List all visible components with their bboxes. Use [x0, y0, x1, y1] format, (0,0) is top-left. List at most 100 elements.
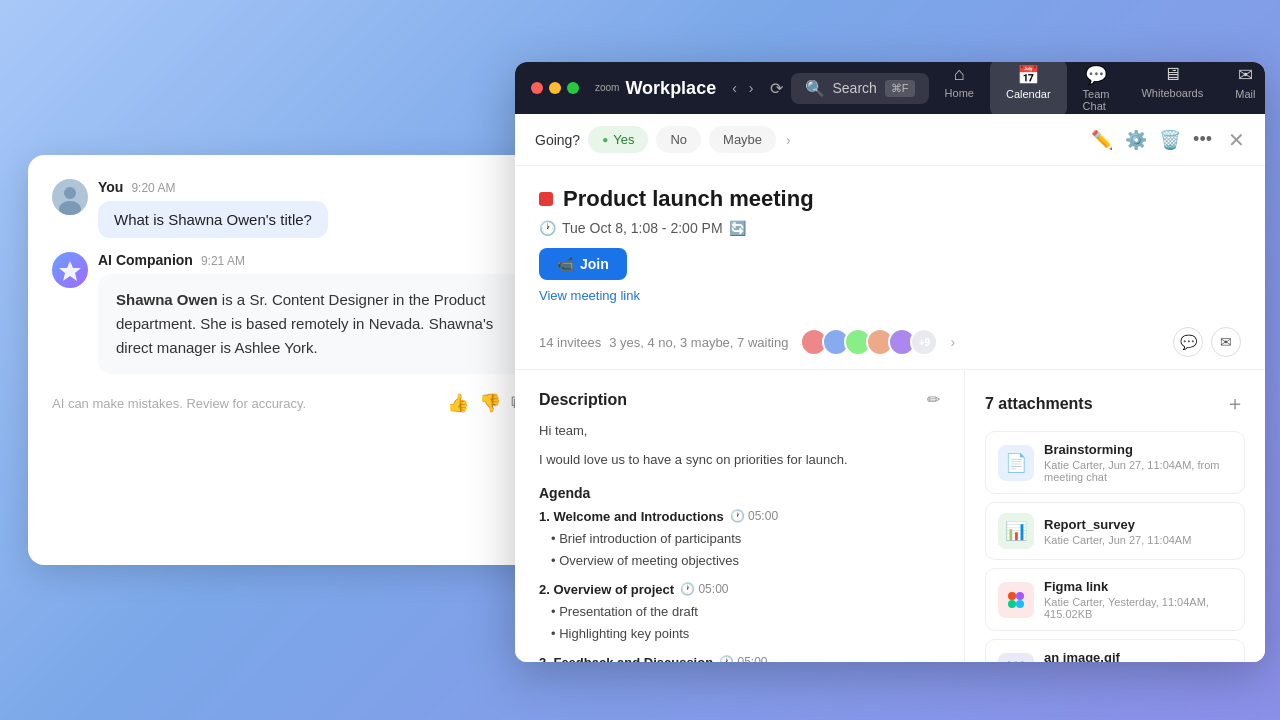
header-actions: ✏️ ⚙️ 🗑️ ••• ✕: [1091, 128, 1245, 152]
attachment-gif[interactable]: 🖼 an image.gif Jack Lee, Jun 27, 11:04AM…: [985, 639, 1245, 662]
attachment-name-2: Report_survey: [1044, 517, 1232, 532]
edit-event-icon[interactable]: ✏️: [1091, 129, 1113, 151]
going-chevron-icon[interactable]: ›: [786, 132, 791, 148]
attachments-column: 7 attachments ＋ 📄 Brainstorming Katie Ca…: [965, 370, 1265, 662]
nav-home[interactable]: ⌂ Home: [929, 62, 990, 116]
footer-actions: 👍 👎 ⧉: [447, 392, 524, 414]
team-chat-label: Team Chat: [1083, 88, 1110, 112]
user-message-row: You 9:20 AM What is Shawna Owen's title?: [52, 179, 524, 238]
event-title-row: Product launch meeting: [539, 186, 1241, 212]
search-icon: 🔍: [805, 79, 825, 98]
app-name-area: zoom Workplace: [595, 78, 716, 99]
ai-time: 9:21 AM: [201, 254, 245, 268]
thumbs-down-icon[interactable]: 👎: [479, 392, 501, 414]
agenda-1-duration: 🕐 05:00: [730, 509, 778, 523]
email-invitees-button[interactable]: ✉: [1211, 327, 1241, 357]
forward-button[interactable]: ›: [745, 76, 758, 100]
title-bar: zoom Workplace ‹ › ⟳ 🔍 Search ⌘F ⌂ Home …: [515, 62, 1265, 114]
traffic-lights: [531, 82, 579, 94]
whiteboards-icon: 🖥: [1163, 64, 1181, 85]
ai-disclaimer: AI can make mistakes. Review for accurac…: [52, 396, 306, 411]
svg-marker-3: [59, 261, 81, 281]
add-attachment-button[interactable]: ＋: [1225, 390, 1245, 417]
search-bar[interactable]: 🔍 Search ⌘F: [791, 73, 929, 104]
invitees-count: 14 invitees: [539, 335, 601, 350]
event-title: Product launch meeting: [563, 186, 814, 212]
attachments-header: 7 attachments ＋: [985, 390, 1245, 417]
going-maybe-button[interactable]: Maybe: [709, 126, 776, 153]
user-time: 9:20 AM: [131, 181, 175, 195]
agenda-item-2: 2. Overview of project 🕐 05:00 Presentat…: [539, 582, 940, 645]
attachment-info-2: Report_survey Katie Carter, Jun 27, 11:0…: [1044, 517, 1232, 546]
going-yes-button[interactable]: Yes: [588, 126, 648, 153]
user-bubble: What is Shawna Owen's title?: [98, 201, 328, 238]
delete-event-icon[interactable]: 🗑️: [1159, 129, 1181, 151]
back-button[interactable]: ‹: [728, 76, 741, 100]
description-edit-icon[interactable]: ✏: [927, 390, 940, 409]
attachment-info-4: an image.gif Jack Lee, Jun 27, 11:04AM, …: [1044, 650, 1232, 662]
nav-arrows: ‹ ›: [728, 76, 757, 100]
more-options-icon[interactable]: •••: [1193, 129, 1212, 150]
user-meta: You 9:20 AM: [98, 179, 328, 195]
join-button[interactable]: Join: [539, 248, 627, 280]
calendar-label: Calendar: [1006, 88, 1051, 100]
nav-whiteboards[interactable]: 🖥 Whiteboards: [1125, 62, 1219, 116]
ai-message-row: AI Companion 9:21 AM Shawna Owen is a Sr…: [52, 252, 524, 374]
mail-label: Mail: [1235, 88, 1255, 100]
invitees-row: 14 invitees 3 yes, 4 no, 3 maybe, 7 wait…: [515, 315, 1265, 370]
close-traffic-light[interactable]: [531, 82, 543, 94]
attachment-report[interactable]: 📊 Report_survey Katie Carter, Jun 27, 11…: [985, 502, 1245, 560]
attachment-sheet-icon: 📊: [998, 513, 1034, 549]
svg-rect-6: [1016, 592, 1024, 600]
maximize-traffic-light[interactable]: [567, 82, 579, 94]
event-time-row: 🕐 Tue Oct 8, 1:08 - 2:00 PM 🔄: [539, 220, 1241, 236]
team-chat-icon: 💬: [1085, 64, 1107, 86]
settings-event-icon[interactable]: ⚙️: [1125, 129, 1147, 151]
history-button[interactable]: ⟳: [770, 79, 783, 98]
attachment-info-3: Figma link Katie Carter, Yesterday, 11:0…: [1044, 579, 1232, 620]
minimize-traffic-light[interactable]: [549, 82, 561, 94]
view-meeting-link[interactable]: View meeting link: [539, 288, 1241, 303]
event-color-dot: [539, 192, 553, 206]
attachments-title: 7 attachments: [985, 395, 1093, 413]
home-label: Home: [945, 87, 974, 99]
invitee-action-buttons: 💬 ✉: [1173, 327, 1241, 357]
attachment-name-3: Figma link: [1044, 579, 1232, 594]
agenda-item-1-subs: Brief introduction of participants Overv…: [539, 528, 940, 572]
message-invitees-button[interactable]: 💬: [1173, 327, 1203, 357]
attachment-brainstorming[interactable]: 📄 Brainstorming Katie Carter, Jun 27, 11…: [985, 431, 1245, 494]
event-datetime: Tue Oct 8, 1:08 - 2:00 PM: [562, 220, 723, 236]
agenda-item-1: 1. Welcome and Introductions 🕐 05:00 Bri…: [539, 509, 940, 572]
avatar-more: +9: [910, 328, 938, 356]
description-header: Description ✏: [539, 390, 940, 409]
ai-name: AI Companion: [98, 252, 193, 268]
desc-greeting: Hi team,: [539, 421, 940, 442]
description-column: Description ✏ Hi team, I would love us t…: [515, 370, 965, 662]
invitees-stats: 3 yes, 4 no, 3 maybe, 7 waiting: [609, 335, 788, 350]
repeat-icon: 🔄: [729, 220, 746, 236]
svg-point-1: [64, 187, 76, 199]
app-title: Workplace: [625, 78, 716, 99]
ai-avatar: [52, 252, 88, 288]
ai-meta: AI Companion 9:21 AM: [98, 252, 524, 268]
nav-calendar[interactable]: 📅 Calendar: [990, 62, 1067, 116]
svg-rect-4: [1008, 592, 1016, 600]
nav-team-chat[interactable]: 💬 Team Chat: [1067, 62, 1126, 116]
attachment-figma-icon: [998, 582, 1034, 618]
close-event-button[interactable]: ✕: [1228, 128, 1245, 152]
agenda-item-1-title: 1. Welcome and Introductions 🕐 05:00: [539, 509, 940, 524]
nav-mail[interactable]: ✉ Mail: [1219, 62, 1265, 116]
agenda-3-duration: 🕐 05:00: [719, 655, 767, 662]
clock-icon: 🕐: [539, 220, 556, 236]
agenda-2-duration: 🕐 05:00: [680, 582, 728, 596]
attachment-meta-1: Katie Carter, Jun 27, 11:04AM, from meet…: [1044, 459, 1232, 483]
going-label: Going?: [535, 132, 580, 148]
thumbs-up-icon[interactable]: 👍: [447, 392, 469, 414]
going-no-button[interactable]: No: [656, 126, 701, 153]
attachment-figma[interactable]: Figma link Katie Carter, Yesterday, 11:0…: [985, 568, 1245, 631]
event-content: Product launch meeting 🕐 Tue Oct 8, 1:08…: [515, 166, 1265, 662]
attachment-meta-2: Katie Carter, Jun 27, 11:04AM: [1044, 534, 1232, 546]
search-text: Search: [833, 80, 877, 96]
invitees-chevron-icon[interactable]: ›: [950, 334, 955, 350]
ai-response: Shawna Owen is a Sr. Content Designer in…: [98, 274, 524, 374]
